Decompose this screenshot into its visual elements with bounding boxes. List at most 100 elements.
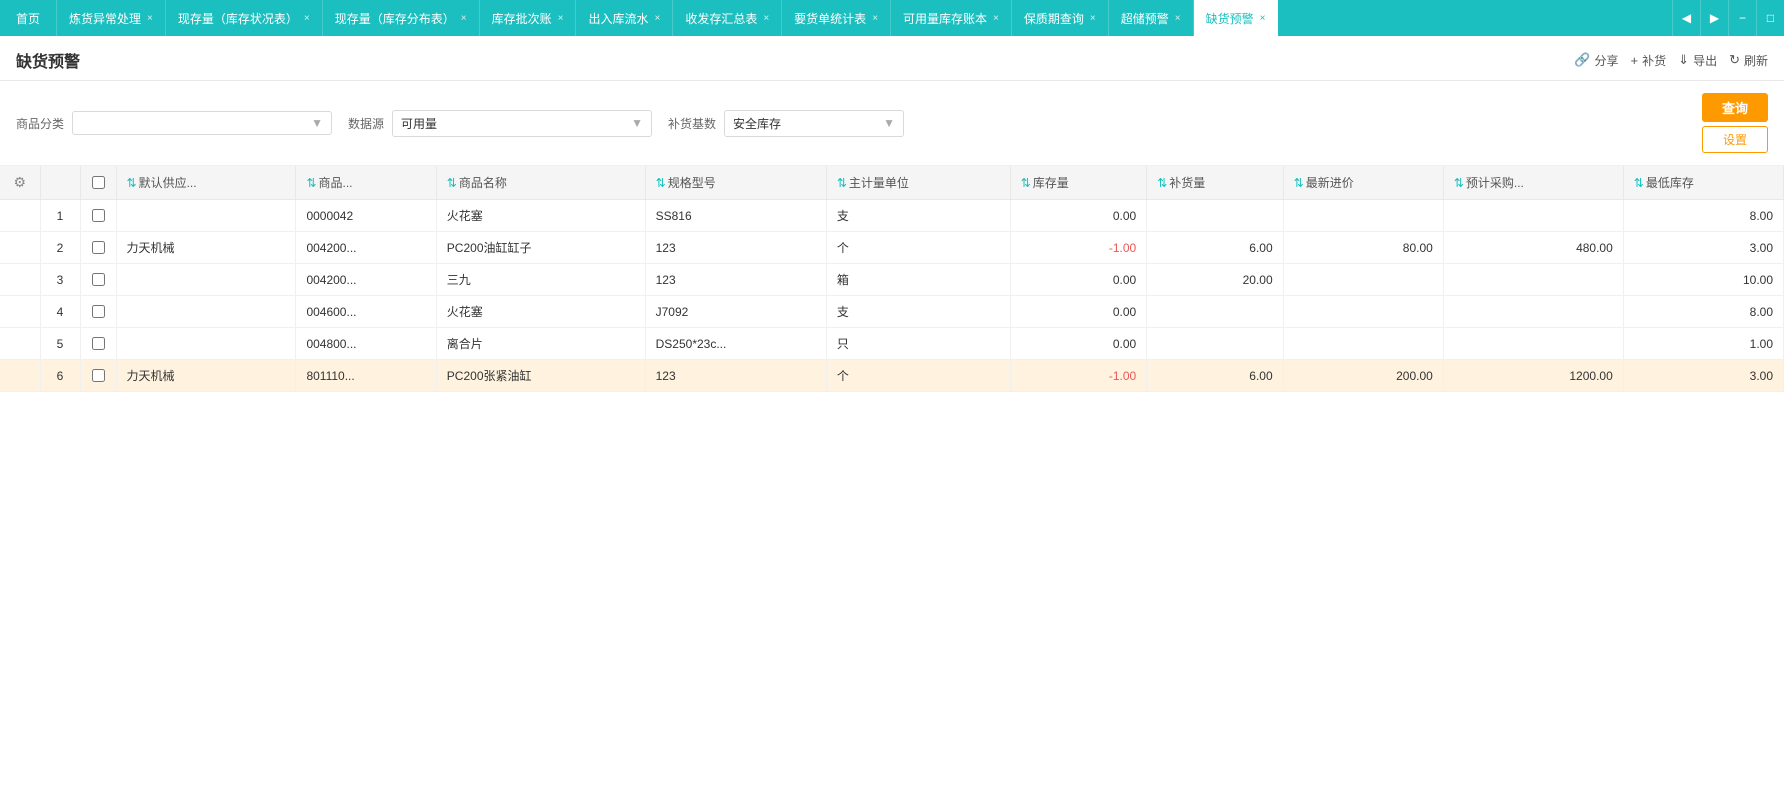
nav-tab-close-4[interactable]: × — [654, 13, 660, 24]
nav-tab-8[interactable]: 保质期查询× — [1012, 0, 1109, 36]
nav-tab-3[interactable]: 库存批次账× — [480, 0, 577, 36]
row-1-stock: 0.00 — [1010, 200, 1146, 232]
nav-tab-10[interactable]: 缺货预警 × — [1194, 0, 1279, 36]
col-label-latest_price: 最新进价 — [1306, 176, 1354, 190]
th-product_code[interactable]: ⇅商品... — [296, 166, 436, 200]
table-row[interactable]: 4004600...火花塞J7092支0.008.00 — [0, 296, 1784, 328]
nav-tab-9[interactable]: 超储预警× — [1109, 0, 1194, 36]
row-1-num: 1 — [40, 200, 80, 232]
th-spec[interactable]: ⇅规格型号 — [645, 166, 826, 200]
nav-tab-label-10: 缺货预警 — [1206, 10, 1254, 27]
sort-icon-stock: ⇅ — [1021, 176, 1031, 190]
export-btn[interactable]: ⇓ 导出 — [1678, 52, 1717, 69]
refresh-label: 刷新 — [1744, 52, 1768, 69]
row-6-spec: 123 — [645, 360, 826, 392]
filter-actions: 查询 设置 — [1702, 93, 1768, 153]
th-unit[interactable]: ⇅主计量单位 — [826, 166, 1010, 200]
th-stock[interactable]: ⇅库存量 — [1010, 166, 1146, 200]
nav-tab-close-0[interactable]: × — [147, 13, 153, 24]
select-all-checkbox[interactable] — [92, 176, 105, 189]
nav-tab-5[interactable]: 收发存汇总表 × — [673, 0, 782, 36]
row-2-settings — [0, 232, 40, 264]
category-filter-group: 商品分类 ▼ — [16, 111, 332, 135]
row-3-num: 3 — [40, 264, 80, 296]
row-1-checkbox[interactable] — [92, 209, 105, 222]
nav-tab-close-7[interactable]: × — [993, 13, 999, 24]
replenish-btn[interactable]: + 补货 — [1631, 52, 1667, 69]
table-body: 10000042火花塞SS816支0.008.002力天机械004200...P… — [0, 200, 1784, 392]
row-5-product_name: 离合片 — [436, 328, 645, 360]
export-label: 导出 — [1693, 52, 1717, 69]
sort-icon-spec: ⇅ — [656, 176, 666, 190]
replenish-base-select[interactable]: 安全库存 ▼ — [724, 110, 904, 137]
nav-tab-2[interactable]: 现存量（库存分布表）× — [323, 0, 480, 36]
th-row-num — [40, 166, 80, 200]
row-5-estimated_purchase — [1443, 328, 1623, 360]
nav-tab-close-1[interactable]: × — [304, 13, 310, 24]
row-4-checkbox[interactable] — [92, 305, 105, 318]
row-5-checkbox[interactable] — [92, 337, 105, 350]
th-product_name[interactable]: ⇅商品名称 — [436, 166, 645, 200]
row-5-replenish_qty — [1147, 328, 1283, 360]
row-6-latest_price: 200.00 — [1283, 360, 1443, 392]
col-label-estimated_purchase: 预计采购... — [1466, 176, 1524, 190]
nav-tab-close-5[interactable]: × — [763, 13, 769, 24]
th-min_stock[interactable]: ⇅最低库存 — [1623, 166, 1783, 200]
table-row[interactable]: 2力天机械004200...PC200油缸缸子123个-1.006.0080.0… — [0, 232, 1784, 264]
row-4-settings — [0, 296, 40, 328]
refresh-btn[interactable]: ↻ 刷新 — [1729, 52, 1768, 69]
table-row[interactable]: 10000042火花塞SS816支0.008.00 — [0, 200, 1784, 232]
nav-tab-close-8[interactable]: × — [1090, 13, 1096, 24]
nav-maximize-btn[interactable]: □ — [1756, 0, 1784, 36]
th-latest_price[interactable]: ⇅最新进价 — [1283, 166, 1443, 200]
nav-tab-label-5: 收发存汇总表 — [685, 10, 757, 27]
datasource-label: 数据源 — [348, 115, 384, 132]
table-head: ⚙⇅默认供应...⇅商品...⇅商品名称⇅规格型号⇅主计量单位⇅库存量⇅补货量⇅… — [0, 166, 1784, 200]
th-default_supplier[interactable]: ⇅默认供应... — [116, 166, 296, 200]
row-3-replenish_qty: 20.00 — [1147, 264, 1283, 296]
refresh-icon: ↻ — [1729, 52, 1740, 68]
datasource-value: 可用量 — [401, 115, 437, 132]
row-3-checkbox[interactable] — [92, 273, 105, 286]
nav-tab-close-9[interactable]: × — [1175, 13, 1181, 24]
row-6-unit: 个 — [826, 360, 1010, 392]
row-6-checkbox[interactable] — [92, 369, 105, 382]
query-button[interactable]: 查询 — [1702, 93, 1768, 122]
settings-col-icon[interactable]: ⚙ — [13, 174, 26, 190]
nav-home[interactable]: 首页 — [0, 0, 57, 36]
row-5-min_stock: 1.00 — [1623, 328, 1783, 360]
datasource-select[interactable]: 可用量 ▼ — [392, 110, 652, 137]
nav-tab-close-2[interactable]: × — [461, 13, 467, 24]
row-3-product_name: 三九 — [436, 264, 645, 296]
share-btn[interactable]: 🔗 分享 — [1574, 52, 1618, 69]
nav-tab-close-10[interactable]: × — [1260, 13, 1266, 24]
th-estimated_purchase[interactable]: ⇅预计采购... — [1443, 166, 1623, 200]
th-replenish_qty[interactable]: ⇅补货量 — [1147, 166, 1283, 200]
nav-tab-6[interactable]: 要货单统计表× — [782, 0, 891, 36]
nav-tab-7[interactable]: 可用量库存账本× — [891, 0, 1012, 36]
filter-bar: 商品分类 ▼ 数据源 可用量 ▼ 补货基数 安全库存 ▼ 查询 设置 — [0, 81, 1784, 166]
row-3-min_stock: 10.00 — [1623, 264, 1783, 296]
row-2-checkbox[interactable] — [92, 241, 105, 254]
table-row[interactable]: 6力天机械801110...PC200张紧油缸123个-1.006.00200.… — [0, 360, 1784, 392]
row-2-product_code: 004200... — [296, 232, 436, 264]
nav-tab-1[interactable]: 现存量（库存状况表）× — [166, 0, 323, 36]
replenish-base-label: 补货基数 — [668, 115, 716, 132]
nav-tab-4[interactable]: 出入库流水 × — [576, 0, 673, 36]
nav-minimize-btn[interactable]: − — [1728, 0, 1756, 36]
nav-tab-0[interactable]: 炼货异常处理× — [57, 0, 166, 36]
nav-tab-label-4: 出入库流水 — [588, 10, 648, 27]
row-4-replenish_qty — [1147, 296, 1283, 328]
nav-arrows: ◀ ▶ − □ — [1672, 0, 1784, 36]
row-5-product_code: 004800... — [296, 328, 436, 360]
settings-button[interactable]: 设置 — [1702, 126, 1768, 153]
nav-tab-close-3[interactable]: × — [558, 13, 564, 24]
share-label: 分享 — [1595, 52, 1619, 69]
col-label-default_supplier: 默认供应... — [139, 176, 197, 190]
nav-tab-close-6[interactable]: × — [872, 13, 878, 24]
category-select[interactable]: ▼ — [72, 111, 332, 135]
table-row[interactable]: 3004200...三九123箱0.0020.0010.00 — [0, 264, 1784, 296]
nav-prev-btn[interactable]: ◀ — [1672, 0, 1700, 36]
nav-next-btn[interactable]: ▶ — [1700, 0, 1728, 36]
table-row[interactable]: 5004800...离合片DS250*23c...只0.001.00 — [0, 328, 1784, 360]
